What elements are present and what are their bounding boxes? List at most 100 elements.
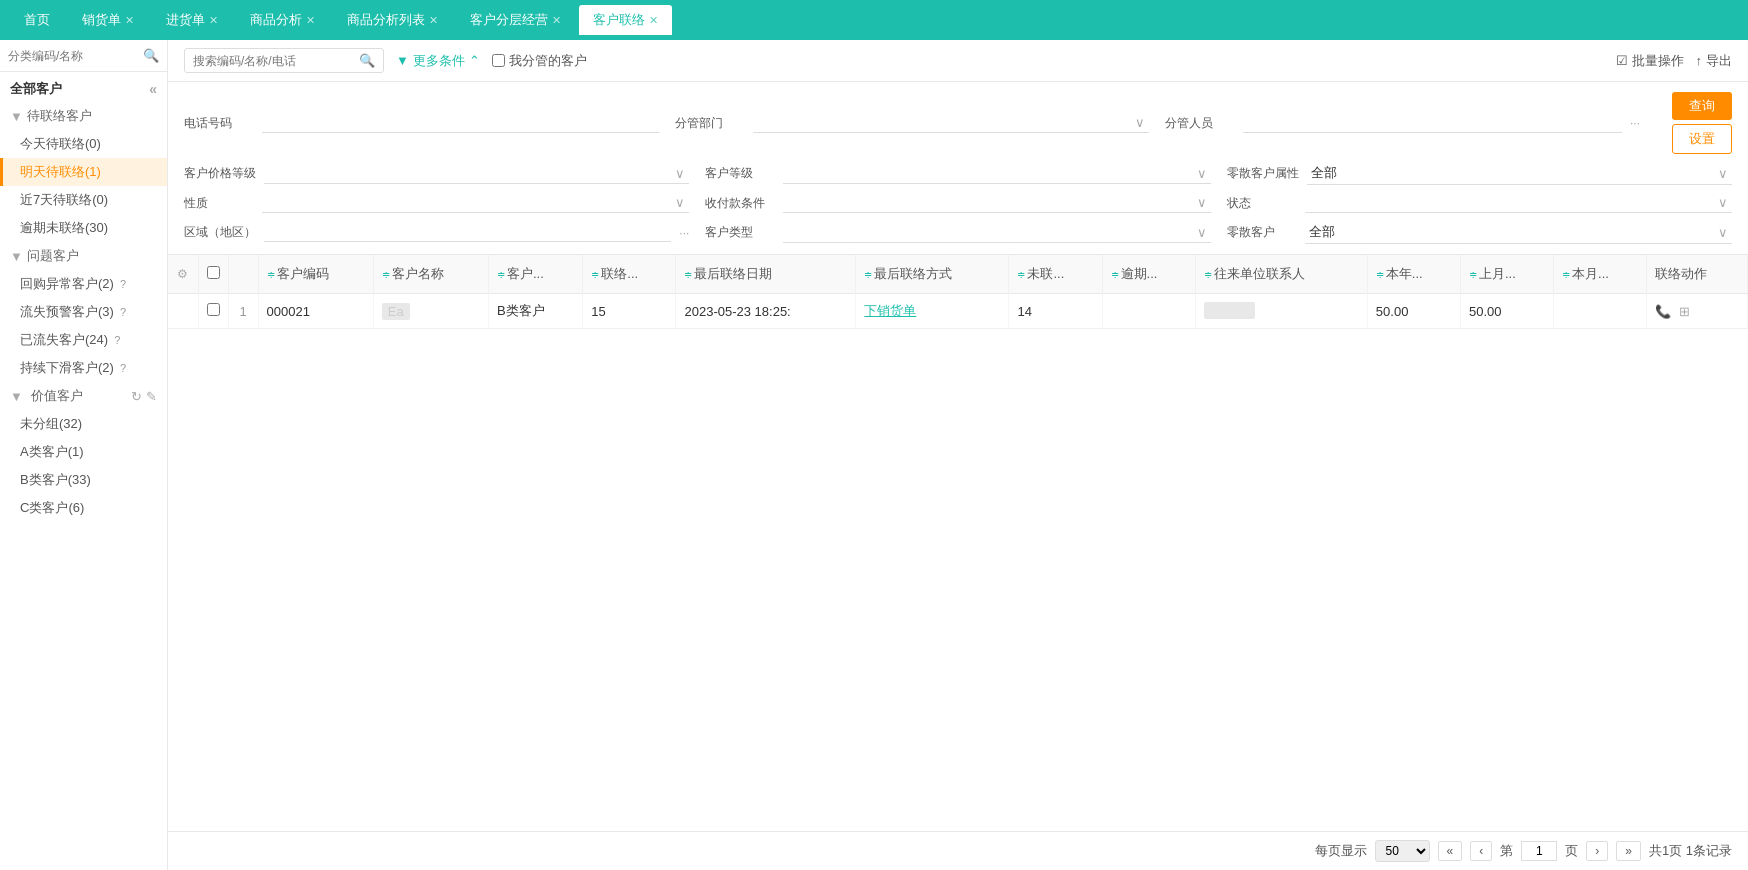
status-filter-field: 状态 ∨ xyxy=(1227,193,1732,213)
nav-product-analysis[interactable]: 商品分析 ✕ xyxy=(236,5,329,35)
checkbox-batch-icon: ☑ xyxy=(1616,53,1628,68)
page-number-input[interactable] xyxy=(1521,841,1557,861)
col-customer-name[interactable]: ≑客户名称 xyxy=(373,255,488,294)
all-customers-header[interactable]: 全部客户 « xyxy=(0,72,167,102)
dept-select[interactable]: ∨ xyxy=(753,113,1150,133)
sidebar-item-overdue-contact[interactable]: 逾期未联络(30) xyxy=(0,214,167,242)
nav-customer-contact[interactable]: 客户联络 ✕ xyxy=(579,5,672,35)
sidebar-item-churned[interactable]: 已流失客户(24) ? xyxy=(0,326,167,354)
nav-purchase-order[interactable]: 进货单 ✕ xyxy=(152,5,232,35)
col-company-contact[interactable]: ≑往来单位联系人 xyxy=(1195,255,1367,294)
gender-select[interactable]: ∨ xyxy=(262,193,689,213)
group-problem-customers[interactable]: ▼ 问题客户 xyxy=(0,242,167,270)
row-contact-count-cell: 15 xyxy=(583,294,676,329)
customer-type-select[interactable]: ∨ xyxy=(783,223,1210,243)
retail-customer-select[interactable]: 全部 ∨ xyxy=(1305,221,1732,244)
nav-sales-order[interactable]: 销货单 ✕ xyxy=(68,5,148,35)
row-checkbox[interactable] xyxy=(207,303,220,316)
row-checkbox-cell[interactable] xyxy=(198,294,228,329)
my-customers-checkbox[interactable]: 我分管的客户 xyxy=(492,52,587,70)
close-customer-tier-icon[interactable]: ✕ xyxy=(552,14,561,27)
table-footer: 每页显示 50 100 200 « ‹ 第 页 › » 共1页 1条记录 xyxy=(168,831,1748,870)
col-not-contacted[interactable]: ≑未联... xyxy=(1009,255,1102,294)
action-more-icon[interactable]: ⊞ xyxy=(1679,304,1690,319)
arrow-pending-icon: ▼ xyxy=(10,109,23,124)
price-grade-select[interactable]: ∨ xyxy=(264,164,689,184)
batch-operation-button[interactable]: ☑ 批量操作 xyxy=(1616,52,1684,70)
col-this-year[interactable]: ≑本年... xyxy=(1367,255,1460,294)
sidebar-item-today-contact[interactable]: 今天待联络(0) xyxy=(0,130,167,158)
col-last-contact-method[interactable]: ≑最后联络方式 xyxy=(856,255,1009,294)
prev-page-button[interactable]: ‹ xyxy=(1470,841,1492,861)
payment-select[interactable]: ∨ xyxy=(783,193,1210,213)
retail-attr-select[interactable]: 全部 ∨ xyxy=(1307,162,1732,185)
group-value-customers[interactable]: ▼ 价值客户 ↻ ✎ xyxy=(0,382,167,410)
close-sales-order-icon[interactable]: ✕ xyxy=(125,14,134,27)
sidebar-item-tomorrow-contact[interactable]: 明天待联络(1) xyxy=(0,158,167,186)
search-input[interactable] xyxy=(193,54,355,68)
col-checkbox[interactable] xyxy=(198,255,228,294)
sidebar-item-week-contact[interactable]: 近7天待联络(0) xyxy=(0,186,167,214)
filter-icon: ▼ xyxy=(396,53,409,68)
col-customer-type[interactable]: ≑客户... xyxy=(489,255,583,294)
dept-label: 分管部门 xyxy=(675,115,745,132)
more-filter-button[interactable]: ▼ 更多条件 ⌃ xyxy=(396,52,480,70)
sidebar-search-icon[interactable]: 🔍 xyxy=(143,48,159,63)
close-product-analysis-icon[interactable]: ✕ xyxy=(306,14,315,27)
close-purchase-order-icon[interactable]: ✕ xyxy=(209,14,218,27)
settings-button[interactable]: 设置 xyxy=(1672,124,1732,154)
query-button[interactable]: 查询 xyxy=(1672,92,1732,120)
col-contact-count[interactable]: ≑联络... xyxy=(583,255,676,294)
per-page-select[interactable]: 50 100 200 xyxy=(1375,840,1430,862)
col-this-month[interactable]: ≑本月... xyxy=(1554,255,1647,294)
manager-input[interactable] xyxy=(1243,114,1622,133)
nav-home[interactable]: 首页 xyxy=(10,5,64,35)
row-type-cell: B类客户 xyxy=(489,294,583,329)
top-navigation: 首页 销货单 ✕ 进货单 ✕ 商品分析 ✕ 商品分析列表 ✕ 客户分层经营 ✕ … xyxy=(0,0,1748,40)
region-filter-field: 区域（地区） ··· xyxy=(184,223,689,242)
first-page-button[interactable]: « xyxy=(1438,841,1463,861)
col-customer-code[interactable]: ≑客户编码 xyxy=(258,255,373,294)
sidebar-search-input[interactable] xyxy=(8,49,139,63)
next-page-button[interactable]: › xyxy=(1586,841,1608,861)
nav-customer-tier[interactable]: 客户分层经营 ✕ xyxy=(456,5,575,35)
sidebar-item-tier-b[interactable]: B类客户(33) xyxy=(0,466,167,494)
my-customers-check[interactable] xyxy=(492,54,505,67)
sort-name-icon: ≑ xyxy=(382,269,390,280)
sidebar-item-repurchase-abnormal[interactable]: 回购异常客户(2) ? xyxy=(0,270,167,298)
edit-value-icon[interactable]: ✎ xyxy=(146,389,157,404)
group-pending-contact[interactable]: ▼ 待联络客户 xyxy=(0,102,167,130)
customer-grade-select[interactable]: ∨ xyxy=(783,164,1210,184)
refresh-value-icon[interactable]: ↻ xyxy=(131,389,142,404)
sidebar-item-tier-a[interactable]: A类客户(1) xyxy=(0,438,167,466)
sidebar-item-tier-c[interactable]: C类客户(6) xyxy=(0,494,167,522)
close-customer-contact-icon[interactable]: ✕ xyxy=(649,14,658,27)
close-product-analysis-list-icon[interactable]: ✕ xyxy=(429,14,438,27)
region-more-icon[interactable]: ··· xyxy=(679,226,689,240)
col-settings[interactable]: ⚙ xyxy=(168,255,198,294)
status-select[interactable]: ∨ xyxy=(1305,193,1732,213)
last-page-button[interactable]: » xyxy=(1616,841,1641,861)
search-bar-right: ☑ 批量操作 ↑ 导出 xyxy=(1616,52,1733,70)
last-method-link[interactable]: 下销货单 xyxy=(864,303,916,318)
search-magnifier-icon[interactable]: 🔍 xyxy=(359,53,375,68)
action-call-icon[interactable]: 📞 xyxy=(1655,304,1671,319)
sort-contact-icon: ≑ xyxy=(591,269,599,280)
col-last-month[interactable]: ≑上月... xyxy=(1460,255,1553,294)
collapse-sidebar-icon[interactable]: « xyxy=(149,81,157,97)
sidebar: 🔍 全部客户 « ▼ 待联络客户 今天待联络(0) 明天待联络(1) 近7天待联… xyxy=(0,40,168,870)
nav-product-analysis-list[interactable]: 商品分析列表 ✕ xyxy=(333,5,452,35)
phone-input[interactable] xyxy=(262,114,659,133)
region-input[interactable] xyxy=(264,223,671,242)
sidebar-item-churn-warning[interactable]: 流失预警客户(3) ? xyxy=(0,298,167,326)
sidebar-item-declining[interactable]: 持续下滑客户(2) ? xyxy=(0,354,167,382)
export-button[interactable]: ↑ 导出 xyxy=(1696,52,1733,70)
price-grade-filter-field: 客户价格等级 ∨ xyxy=(184,164,689,184)
select-all-checkbox[interactable] xyxy=(207,266,220,279)
gender-caret-icon: ∨ xyxy=(675,195,685,210)
col-overdue[interactable]: ≑逾期... xyxy=(1102,255,1195,294)
col-last-contact-date[interactable]: ≑最后联络日期 xyxy=(676,255,856,294)
manager-filter-field: 分管人员 ··· xyxy=(1165,114,1640,133)
manager-more-icon[interactable]: ··· xyxy=(1630,116,1640,130)
sidebar-item-ungrouped[interactable]: 未分组(32) xyxy=(0,410,167,438)
